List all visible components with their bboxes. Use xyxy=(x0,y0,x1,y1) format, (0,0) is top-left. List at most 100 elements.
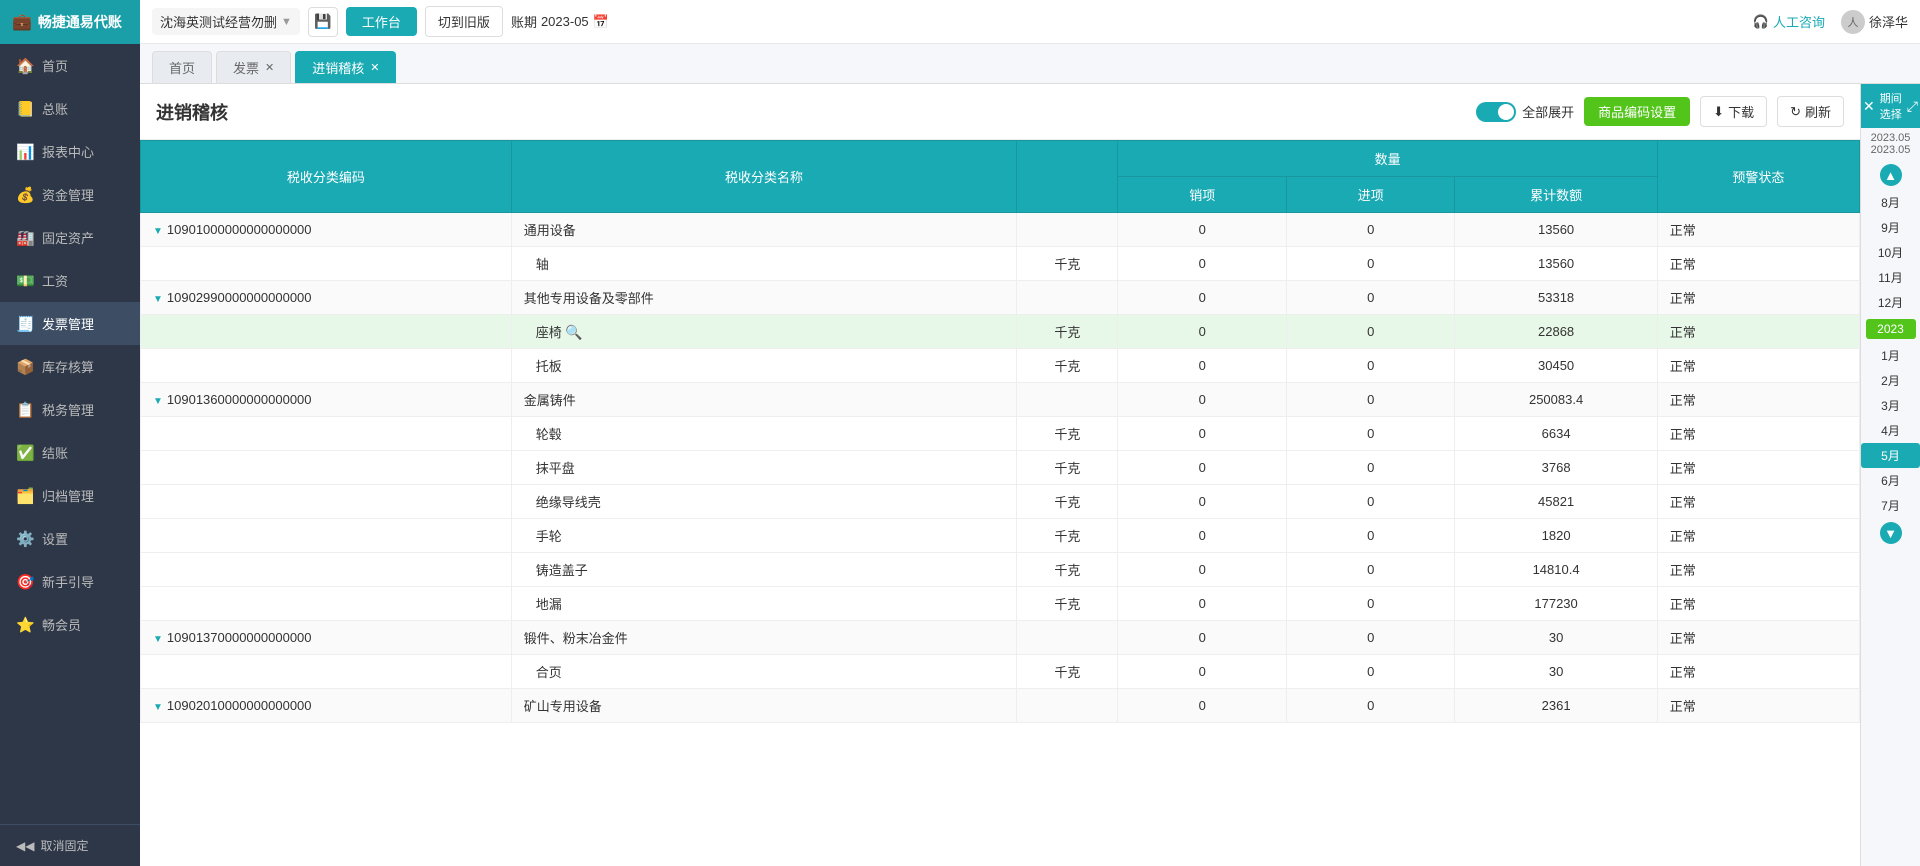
sidebar-item-guide[interactable]: 🎯 新手引导 xyxy=(0,560,140,603)
table-row-unit xyxy=(1017,281,1118,315)
switch-version-button[interactable]: 切到旧版 xyxy=(425,6,503,37)
table-row-purchase: 0 xyxy=(1286,519,1455,553)
close-icon[interactable]: ✕ xyxy=(265,61,274,74)
sidebar-item-member[interactable]: ⭐ 畅会员 xyxy=(0,603,140,646)
month-item[interactable]: 11月 xyxy=(1861,265,1920,290)
table-row-purchase: 0 xyxy=(1286,417,1455,451)
sidebar-item-funds[interactable]: 💰 资金管理 xyxy=(0,173,140,216)
table-row-code: ▼10901000000000000000 xyxy=(141,213,512,247)
panel-close-icon[interactable]: ✕ xyxy=(1863,98,1875,115)
tab-invoice[interactable]: 发票 ✕ xyxy=(216,51,291,83)
table-row-purchase: 0 xyxy=(1286,383,1455,417)
sidebar-item-label: 总账 xyxy=(42,99,68,118)
pin-icon: ◀◀ xyxy=(16,839,34,853)
page-title: 进销稽核 xyxy=(156,99,228,125)
service-link[interactable]: 🎧 人工咨询 xyxy=(1753,12,1825,31)
product-code-button[interactable]: 商品编码设置 xyxy=(1584,97,1690,126)
table-row-purchase: 0 xyxy=(1286,485,1455,519)
expand-icon[interactable]: ▼ xyxy=(153,294,163,305)
table-row-purchase: 0 xyxy=(1286,281,1455,315)
expand-icon[interactable]: ▼ xyxy=(153,702,163,713)
table-row-purchase: 0 xyxy=(1286,587,1455,621)
month-item[interactable]: 3月 xyxy=(1861,393,1920,418)
month-item[interactable]: 8月 xyxy=(1861,190,1920,215)
table-row-unit: 千克 xyxy=(1017,349,1118,383)
member-icon: ⭐ xyxy=(16,616,34,634)
logo-text: 畅捷通易代账 xyxy=(38,12,122,32)
expand-icon[interactable]: ▼ xyxy=(153,634,163,645)
table-row-total: 3768 xyxy=(1455,451,1657,485)
month-item[interactable]: 6月 xyxy=(1861,468,1920,493)
table-row-status: 正常 xyxy=(1657,553,1859,587)
table-row-total: 13560 xyxy=(1455,213,1657,247)
table-row-purchase: 0 xyxy=(1286,213,1455,247)
scroll-up-button[interactable]: ▲ xyxy=(1880,164,1902,186)
table-row-status: 正常 xyxy=(1657,519,1859,553)
invoices-icon: 🧾 xyxy=(16,315,34,333)
sidebar-item-home[interactable]: 🏠 首页 xyxy=(0,44,140,87)
table-row-unit: 千克 xyxy=(1017,519,1118,553)
save-button[interactable]: 💾 xyxy=(308,7,338,37)
sidebar-item-archive[interactable]: 🗂️ 归档管理 xyxy=(0,474,140,517)
expand-icon[interactable]: ▼ xyxy=(153,226,163,237)
month-item[interactable]: 4月 xyxy=(1861,418,1920,443)
table-row-sale: 0 xyxy=(1118,247,1287,281)
download-button[interactable]: ⬇ 下载 xyxy=(1700,96,1767,127)
tab-reconcile[interactable]: 进销稽核 ✕ xyxy=(295,51,396,83)
sidebar-item-tax[interactable]: 📋 税务管理 xyxy=(0,388,140,431)
payroll-icon: 💵 xyxy=(16,272,34,290)
month-item[interactable]: 2月 xyxy=(1861,368,1920,393)
sidebar-item-settle[interactable]: ✅ 结账 xyxy=(0,431,140,474)
settle-icon: ✅ xyxy=(16,444,34,462)
calendar-icon[interactable]: 📅 xyxy=(593,14,609,30)
company-selector[interactable]: 沈海英测试经营勿删 ▼ xyxy=(152,8,300,35)
tab-home[interactable]: 首页 xyxy=(152,51,212,83)
table-row-unit: 千克 xyxy=(1017,417,1118,451)
sidebar-item-payroll[interactable]: 💵 工资 xyxy=(0,259,140,302)
month-item[interactable]: 1月 xyxy=(1861,343,1920,368)
reconcile-table: 税收分类编码 税收分类名称 数量 预警状态 销项 进项 累计数额 xyxy=(140,140,1860,723)
toggle-expand-label: 全部展开 xyxy=(1476,102,1574,122)
sidebar-item-invoices[interactable]: 🧾 发票管理 xyxy=(0,302,140,345)
sidebar-item-reports[interactable]: 📊 报表中心 xyxy=(0,130,140,173)
sidebar-item-settings[interactable]: ⚙️ 设置 xyxy=(0,517,140,560)
sidebar-footer[interactable]: ◀◀ 取消固定 xyxy=(0,824,140,866)
sidebar-nav: 🏠 首页 📒 总账 📊 报表中心 💰 资金管理 🏭 固定资产 💵 工资 🧾 发票… xyxy=(0,44,140,824)
close-icon[interactable]: ✕ xyxy=(370,61,379,74)
table-row-total: 177230 xyxy=(1455,587,1657,621)
worktable-button[interactable]: 工作台 xyxy=(346,7,417,36)
sidebar-item-ledger[interactable]: 📒 总账 xyxy=(0,87,140,130)
sidebar-item-assets[interactable]: 🏭 固定资产 xyxy=(0,216,140,259)
tax-icon: 📋 xyxy=(16,401,34,419)
expand-icon[interactable]: ▼ xyxy=(153,396,163,407)
table-row-status: 正常 xyxy=(1657,349,1859,383)
month-item[interactable]: 12月 xyxy=(1861,290,1920,315)
table-row-total: 13560 xyxy=(1455,247,1657,281)
col-purchase: 进项 xyxy=(1286,177,1455,213)
search-icon[interactable]: 🔍 xyxy=(565,324,582,340)
table-row-name: 抹平盘 xyxy=(511,451,1017,485)
table-row-sale: 0 xyxy=(1118,349,1287,383)
ledger-icon: 📒 xyxy=(16,100,34,118)
scroll-down-button[interactable]: ▼ xyxy=(1880,522,1902,544)
month-item[interactable]: 5月 xyxy=(1861,443,1920,468)
table-row-total: 250083.4 xyxy=(1455,383,1657,417)
headset-icon: 🎧 xyxy=(1753,14,1769,30)
table-row-sale: 0 xyxy=(1118,417,1287,451)
table-row-name: 合页 xyxy=(511,655,1017,689)
table-row-total: 1820 xyxy=(1455,519,1657,553)
panel-controls-down: ▼ xyxy=(1876,518,1906,548)
month-item[interactable]: 10月 xyxy=(1861,240,1920,265)
toggle-expand-switch[interactable] xyxy=(1476,102,1516,122)
table-row-name: 手轮 xyxy=(511,519,1017,553)
panel-expand-icon[interactable]: ⤢ xyxy=(1907,98,1918,115)
year-label[interactable]: 2023 xyxy=(1866,319,1916,339)
month-item[interactable]: 7月 xyxy=(1861,493,1920,518)
refresh-button[interactable]: ↻ 刷新 xyxy=(1777,96,1844,127)
sidebar-item-label: 结账 xyxy=(42,443,68,462)
month-item[interactable]: 9月 xyxy=(1861,215,1920,240)
table-row-total: 22868 xyxy=(1455,315,1657,349)
service-label: 人工咨询 xyxy=(1773,12,1825,31)
table-row-sale: 0 xyxy=(1118,315,1287,349)
sidebar-item-inventory[interactable]: 📦 库存核算 xyxy=(0,345,140,388)
